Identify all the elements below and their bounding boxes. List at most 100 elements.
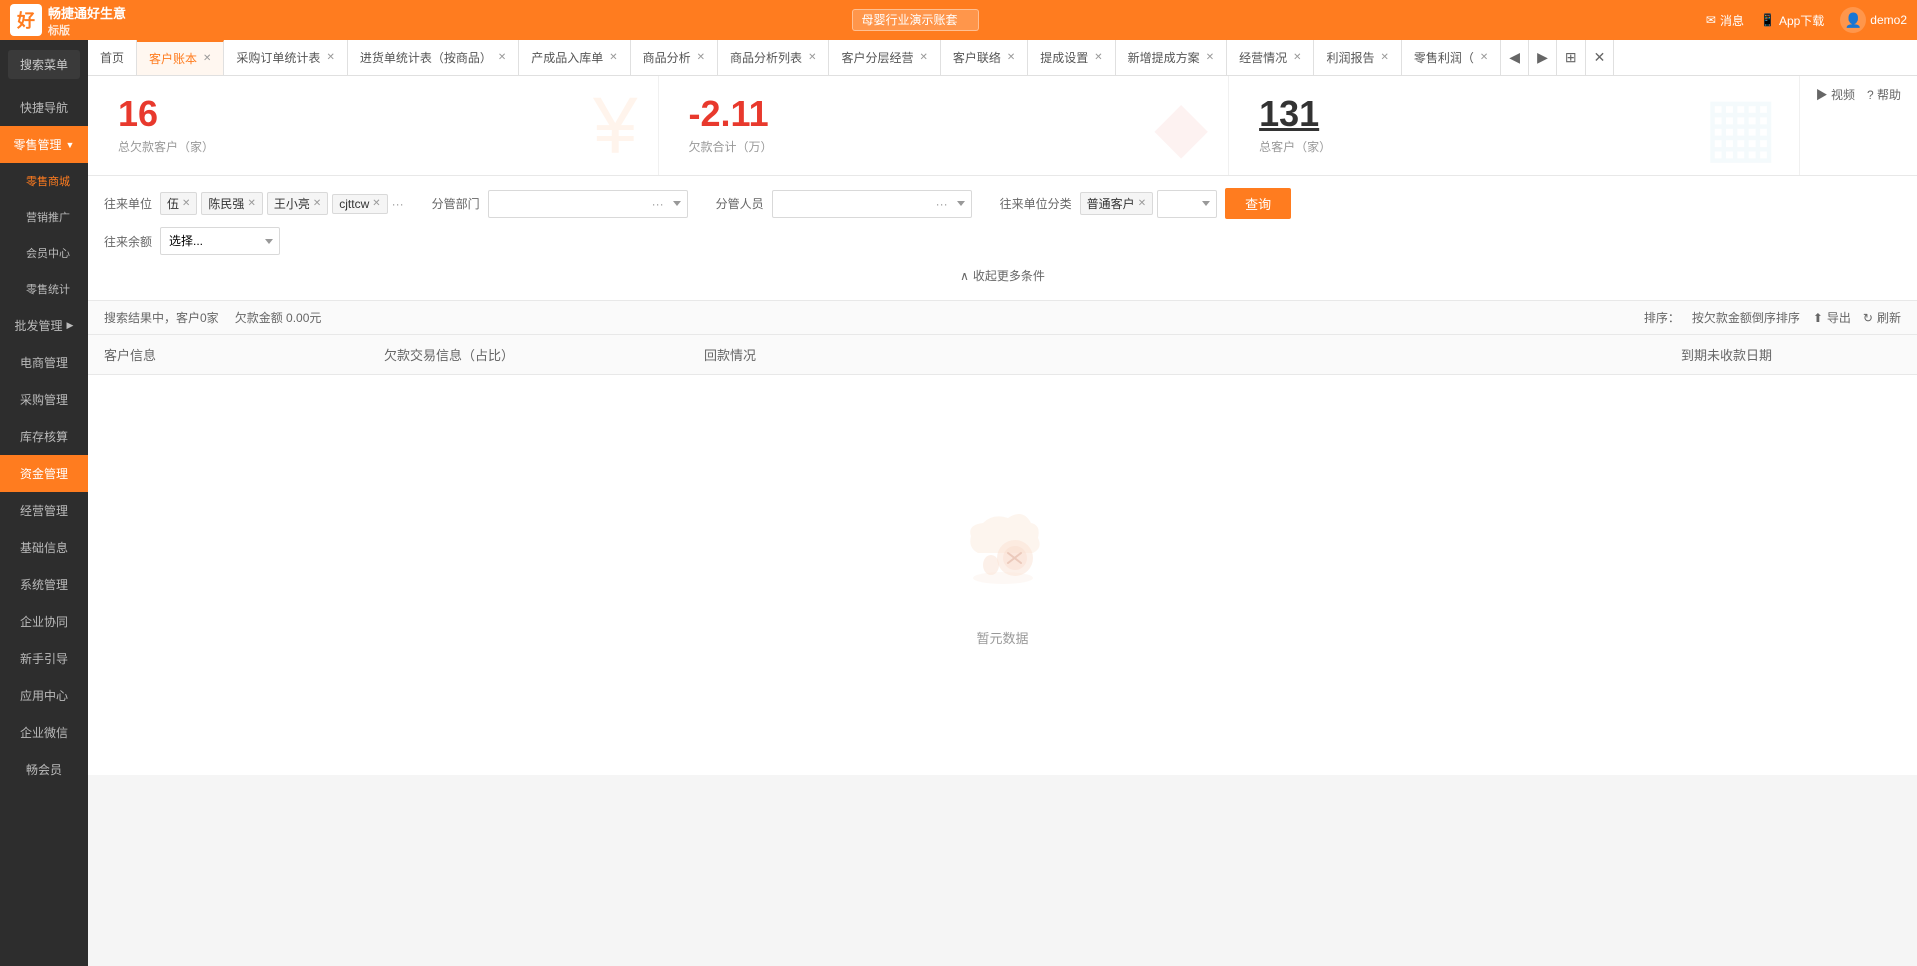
dept-select-more-btn[interactable]: ··· [652,197,664,211]
close-tab-retail-profit[interactable]: ✕ [1480,52,1488,63]
tab-product-analysis-list[interactable]: 商品分析列表 ✕ [718,40,829,76]
sidebar-item-purchase-mgmt[interactable]: 采购管理 [0,381,88,418]
person-select-more-btn[interactable]: ··· [936,197,948,211]
remove-tag-cjttcw[interactable]: ✕ [372,198,380,209]
sidebar-item-member-center[interactable]: 会员中心 [0,235,88,271]
close-tab-customer-segment[interactable]: ✕ [919,52,927,63]
sidebar-item-retail-mall[interactable]: 零售商城 [0,163,88,199]
sort-select[interactable]: 按欠款金额倒序排序 [1692,311,1801,325]
top-bar-right: ✉ 消息 📱 App下载 👤 demo2 [1706,7,1907,33]
tab-submit-settings[interactable]: 提成设置 ✕ [1028,40,1115,76]
sidebar-item-vip-member[interactable]: 畅会员 [0,751,88,788]
account-dropdown[interactable]: 母婴行业演示账套 [852,9,979,31]
search-button[interactable]: 查询 [1225,188,1291,219]
tab-prev-btn[interactable]: ◀ [1501,40,1529,76]
refresh-icon: ↻ [1863,311,1873,325]
sidebar-item-enterprise-wechat[interactable]: 企业微信 [0,714,88,751]
messages-btn[interactable]: ✉ 消息 [1706,12,1744,29]
sidebar-item-app-center[interactable]: 应用中心 [0,677,88,714]
more-company-tags-btn[interactable]: ··· [392,197,404,211]
tab-purchase-order[interactable]: 采购订单统计表 ✕ [224,40,347,76]
filter-tag-wang: 王小亮 ✕ [267,192,328,215]
app-download-btn[interactable]: 📱 App下载 [1760,12,1824,29]
category-filter-wrap: 普通客户 ✕ [1080,190,1217,218]
text-help-btn[interactable]: ? 帮助 [1867,86,1901,103]
sidebar-item-marketing[interactable]: 营销推广 [0,199,88,235]
search-menu-btn[interactable]: 搜索菜单 [8,50,80,79]
person-filter-label: 分管人员 [716,195,764,212]
tab-close-all-btn[interactable]: ✕ [1586,40,1615,76]
table-body: 暂元数据 [88,375,1917,775]
sidebar-item-inventory[interactable]: 库存核算 [0,418,88,455]
close-tab-product-analysis-list[interactable]: ✕ [808,52,816,63]
tab-home[interactable]: 首页 [88,40,137,76]
remove-tag-wang[interactable]: ✕ [313,198,321,209]
stat-label-overdue-customers: 总欠款客户（家） [118,138,214,155]
close-tab-product-inbound[interactable]: ✕ [609,52,617,63]
top-bar: 好 畅捷通好生意 标版 母婴行业演示账套 ✉ 消息 📱 App下载 👤 demo… [0,0,1917,40]
collapse-filter-btn[interactable]: ∧ 收起更多条件 [948,263,1057,288]
tabs-bar: 首页 客户账本 ✕ 采购订单统计表 ✕ 进货单统计表（按商品） ✕ 产成品入库单… [88,40,1917,76]
tab-customer-segment[interactable]: 客户分层经营 ✕ [829,40,940,76]
sidebar-item-retail-mgmt[interactable]: 零售管理 ▼ [0,126,88,163]
filter-tag-normal-customer: 普通客户 ✕ [1080,192,1153,215]
remove-tag-chen[interactable]: ✕ [247,198,255,209]
search-result-text: 搜索结果中，客户0家 [104,309,219,326]
tab-incoming-stats[interactable]: 进货单统计表（按商品） ✕ [348,40,519,76]
export-btn[interactable]: ⬆ 导出 [1813,309,1851,326]
filter-row-2: 往来余额 选择... [104,227,1901,255]
close-tab-incoming-stats[interactable]: ✕ [498,52,506,63]
user-menu-btn[interactable]: 👤 demo2 [1840,7,1907,33]
table-header: 客户信息 欠款交易信息（占比） 回款情况 到期未收款日期 [88,335,1917,375]
sidebar-item-sys-mgmt[interactable]: 系统管理 [0,566,88,603]
tab-expand-btn[interactable]: ⊞ [1557,40,1586,76]
close-tab-product-analysis[interactable]: ✕ [697,52,705,63]
sidebar-item-retail-stats[interactable]: 零售统计 [0,271,88,307]
stat-bg-icon-3: ▦ [1703,79,1779,172]
close-tab-customer-ledger[interactable]: ✕ [203,53,211,64]
filter-tag-cjttcw: cjttcw ✕ [332,194,387,214]
close-tab-submit-settings[interactable]: ✕ [1094,52,1102,63]
category-select[interactable] [1157,190,1217,218]
stat-number-overdue-customers: 16 [118,96,214,132]
tab-product-inbound[interactable]: 产成品入库单 ✕ [519,40,630,76]
remove-tag-normal-customer[interactable]: ✕ [1138,198,1146,209]
close-tab-purchase-order[interactable]: ✕ [326,52,334,63]
stat-bg-icon-1: ¥ [593,80,638,172]
sidebar-item-finance-mgmt[interactable]: 资金管理 [0,455,88,492]
account-selector-wrap: 母婴行业演示账套 [126,9,1706,31]
video-help-btn[interactable]: ▶ 视频 [1816,86,1855,103]
tab-product-analysis[interactable]: 商品分析 ✕ [631,40,718,76]
company-filter-tags: 伍 ✕ 陈民强 ✕ 王小亮 ✕ [160,192,404,215]
stat-bg-icon-2: ◆ [1154,85,1208,167]
sidebar-item-basic-info[interactable]: 基础信息 [0,529,88,566]
refresh-btn[interactable]: ↻ 刷新 [1863,309,1901,326]
dept-select-wrap: ··· [488,190,688,218]
stat-total-customers: ▦ 131 总客户（家） [1229,76,1800,175]
remainder-select[interactable]: 选择... [160,227,280,255]
remove-tag-wu[interactable]: ✕ [182,198,190,209]
sidebar-item-ecommerce-mgmt[interactable]: 电商管理 [0,344,88,381]
sidebar-item-wholesale-mgmt[interactable]: 批发管理 ▶ [0,307,88,344]
remainder-filter-label: 往来余额 [104,233,152,250]
sidebar-item-ops-mgmt[interactable]: 经营管理 [0,492,88,529]
tab-new-solution[interactable]: 新增提成方案 ✕ [1116,40,1227,76]
close-tab-profit-report[interactable]: ✕ [1381,52,1389,63]
tab-retail-profit[interactable]: 零售利润（ ✕ [1402,40,1501,76]
sidebar-item-quick-nav[interactable]: 快捷导航 [0,89,88,126]
close-tab-new-solution[interactable]: ✕ [1206,52,1214,63]
tab-customer-contact[interactable]: 客户联络 ✕ [941,40,1028,76]
avatar: 👤 [1840,7,1866,33]
sidebar-label-retail-mgmt: 零售管理 [14,136,62,153]
close-tab-customer-contact[interactable]: ✕ [1007,52,1015,63]
logo-title: 畅捷通好生意 [48,3,126,22]
tab-next-btn[interactable]: ▶ [1529,40,1557,76]
tab-profit-report[interactable]: 利润报告 ✕ [1314,40,1401,76]
close-tab-ops-status[interactable]: ✕ [1293,52,1301,63]
stat-number-total-customers: 131 [1259,96,1331,132]
sidebar-item-enterprise-collab[interactable]: 企业协同 [0,603,88,640]
sidebar-item-new-guide[interactable]: 新手引导 [0,640,88,677]
phone-icon: 📱 [1760,13,1775,27]
tab-ops-status[interactable]: 经营情况 ✕ [1227,40,1314,76]
tab-customer-ledger[interactable]: 客户账本 ✕ [137,40,224,76]
